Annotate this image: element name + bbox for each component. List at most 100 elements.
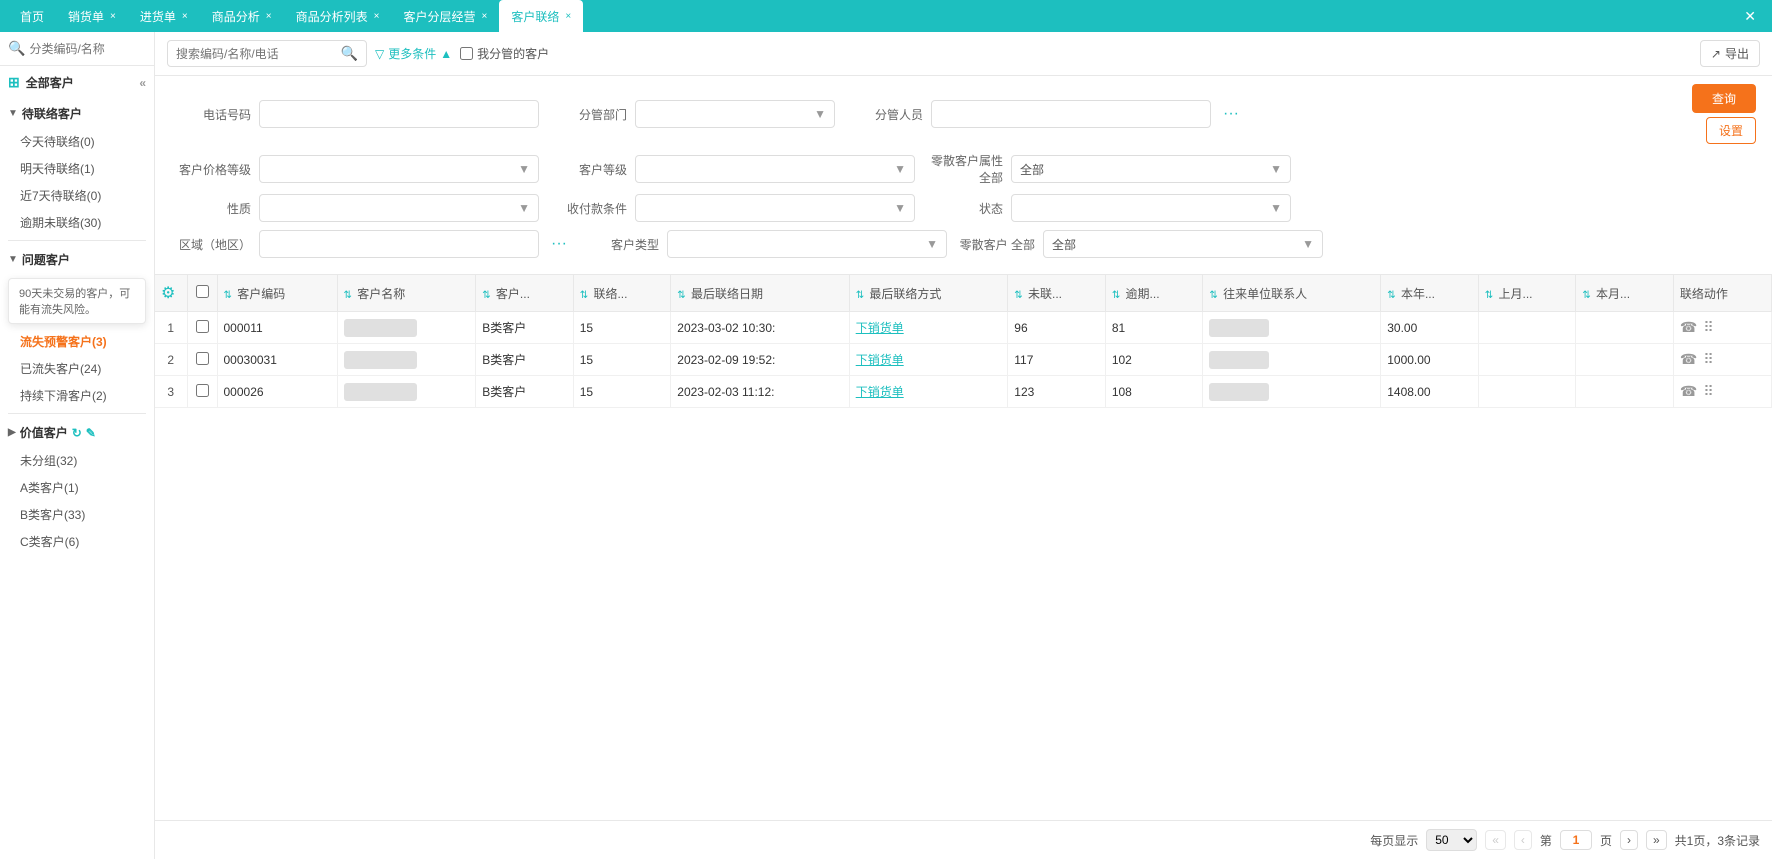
sidebar-item-churned[interactable]: 已流失客户(24): [0, 355, 154, 382]
action-more-icon[interactable]: ⠿: [1703, 351, 1713, 368]
last-method-col-header[interactable]: ⇅ 最后联络方式: [849, 275, 1008, 312]
nature-select[interactable]: ▼: [259, 194, 539, 222]
tab-purchase-order[interactable]: 进货单 ×: [128, 0, 200, 32]
row-checkbox-cell[interactable]: [187, 312, 217, 344]
sidebar-search-input[interactable]: [29, 42, 155, 56]
row-checkbox[interactable]: [196, 384, 209, 397]
page-label: 第: [1540, 832, 1552, 849]
contact-person-col-header[interactable]: ⇅ 往来单位联系人: [1203, 275, 1381, 312]
collapse-icon[interactable]: «: [139, 76, 146, 90]
my-customers-checkbox-wrap[interactable]: 我分管的客户: [460, 45, 549, 62]
first-page-button[interactable]: «: [1485, 830, 1506, 850]
row-checkbox[interactable]: [196, 352, 209, 365]
all-customers-header[interactable]: ⊞ 全部客户 «: [0, 66, 154, 99]
this-month-col-header[interactable]: ⇅ 本月...: [1576, 275, 1674, 312]
action-phone-icon[interactable]: ☎: [1680, 383, 1697, 400]
edit-icon[interactable]: ✎: [86, 426, 96, 440]
row-checkbox-cell[interactable]: [187, 344, 217, 376]
name-col-header[interactable]: ⇅ 客户名称: [337, 275, 476, 312]
price-level-select[interactable]: ▼: [259, 155, 539, 183]
retail-select[interactable]: 全部 ▼: [1043, 230, 1323, 258]
value-customers-section[interactable]: ▶ 价值客户 ↻ ✎: [0, 418, 154, 447]
sidebar-item-churn-warning[interactable]: 流失预警客户(3): [0, 328, 154, 355]
dept-label: 分管部门: [547, 106, 627, 123]
action-col-header: 联络动作: [1673, 275, 1771, 312]
last-method-link[interactable]: 下销货单: [856, 385, 904, 399]
col-settings-icon[interactable]: ⚙: [161, 285, 175, 302]
settings-col-header[interactable]: ⚙: [155, 275, 187, 312]
checkbox-col-header[interactable]: [187, 275, 217, 312]
home-tab[interactable]: 首页: [8, 8, 56, 25]
sidebar-item-class-c[interactable]: C类客户(6): [0, 528, 154, 555]
overdue-col-header[interactable]: ⇅ 逾期...: [1105, 275, 1203, 312]
sidebar-item-today-contact[interactable]: 今天待联络(0): [0, 128, 154, 155]
sidebar-item-class-a[interactable]: A类客户(1): [0, 474, 154, 501]
region-more-dots[interactable]: ···: [547, 235, 571, 253]
last-date-col-header[interactable]: ⇅ 最后联络日期: [671, 275, 849, 312]
row-checkbox-cell[interactable]: [187, 376, 217, 408]
prev-page-button[interactable]: ‹: [1514, 830, 1532, 850]
my-customers-checkbox[interactable]: [460, 47, 473, 60]
query-button[interactable]: 查询: [1692, 84, 1756, 113]
last-month-col-header[interactable]: ⇅ 上月...: [1478, 275, 1576, 312]
payment-select[interactable]: ▼: [635, 194, 915, 222]
last-method-link[interactable]: 下销货单: [856, 353, 904, 367]
last-page-button[interactable]: »: [1646, 830, 1667, 850]
row-last-method[interactable]: 下销货单: [849, 376, 1008, 408]
tab-product-analysis[interactable]: 商品分析 ×: [200, 0, 284, 32]
last-date-sort-icon: ⇅: [677, 290, 685, 301]
page-input[interactable]: [1560, 830, 1592, 850]
settings-button[interactable]: 设置: [1706, 117, 1756, 144]
dept-select[interactable]: ▼: [635, 100, 835, 128]
last-method-link[interactable]: 下销货单: [856, 321, 904, 335]
type-col-header[interactable]: ⇅ 客户...: [476, 275, 574, 312]
customer-level-select[interactable]: ▼: [635, 155, 915, 183]
customer-type-select[interactable]: ▼: [667, 230, 947, 258]
close-product-analysis-list-tab[interactable]: ×: [374, 11, 380, 22]
close-sales-order-tab[interactable]: ×: [110, 11, 116, 22]
close-purchase-order-tab[interactable]: ×: [182, 11, 188, 22]
unlink-col-header[interactable]: ⇅ 未联...: [1008, 275, 1106, 312]
action-phone-icon[interactable]: ☎: [1680, 351, 1697, 368]
retail-attr-select[interactable]: 全部 ▼: [1011, 155, 1291, 183]
row-checkbox[interactable]: [196, 320, 209, 333]
manager-select[interactable]: [931, 100, 1211, 128]
tab-product-analysis-list[interactable]: 商品分析列表 ×: [284, 0, 392, 32]
tab-sales-order[interactable]: 销货单 ×: [56, 0, 128, 32]
code-col-header[interactable]: ⇅ 客户编码: [217, 275, 337, 312]
sidebar-item-class-b[interactable]: B类客户(33): [0, 501, 154, 528]
window-close-icon[interactable]: ✕: [1736, 8, 1764, 25]
sidebar-item-declining[interactable]: 持续下滑客户(2): [0, 382, 154, 409]
next-page-button[interactable]: ›: [1620, 830, 1638, 850]
close-product-analysis-tab[interactable]: ×: [266, 11, 272, 22]
this-year-col-header[interactable]: ⇅ 本年...: [1381, 275, 1479, 312]
contact-col-header[interactable]: ⇅ 联络...: [573, 275, 671, 312]
phone-input[interactable]: [259, 100, 539, 128]
search-button-icon[interactable]: 🔍: [341, 45, 358, 62]
refresh-icon[interactable]: ↻: [72, 426, 82, 440]
tab-customer-contact[interactable]: 客户联络 ×: [499, 0, 583, 32]
search-input[interactable]: [176, 47, 341, 61]
sidebar-item-ungrouped[interactable]: 未分组(32): [0, 447, 154, 474]
page-size-select[interactable]: 50 20 100: [1426, 829, 1477, 851]
sidebar-item-overdue-contact[interactable]: 逾期未联络(30): [0, 209, 154, 236]
select-all-checkbox[interactable]: [196, 285, 209, 298]
close-customer-contact-tab[interactable]: ×: [565, 11, 571, 22]
tab-customer-segmentation[interactable]: 客户分层经营 ×: [391, 0, 499, 32]
action-phone-icon[interactable]: ☎: [1680, 319, 1697, 336]
manager-more-dots[interactable]: ···: [1219, 105, 1243, 123]
sidebar-item-tomorrow-contact[interactable]: 明天待联络(1): [0, 155, 154, 182]
row-last-method[interactable]: 下销货单: [849, 312, 1008, 344]
pending-contact-section[interactable]: ▼ 待联络客户: [0, 99, 154, 128]
problem-customers-section[interactable]: ▼ 问题客户: [0, 245, 154, 274]
row-last-method[interactable]: 下销货单: [849, 344, 1008, 376]
more-conditions-button[interactable]: ▽ 更多条件 ▲: [375, 45, 452, 62]
payment-label: 收付款条件: [547, 200, 627, 217]
action-more-icon[interactable]: ⠿: [1703, 383, 1713, 400]
close-customer-segmentation-tab[interactable]: ×: [481, 11, 487, 22]
export-button[interactable]: ↗ 导出: [1700, 40, 1760, 67]
region-select[interactable]: [259, 230, 539, 258]
sidebar-item-week-contact[interactable]: 近7天待联络(0): [0, 182, 154, 209]
status-select[interactable]: ▼: [1011, 194, 1291, 222]
action-more-icon[interactable]: ⠿: [1703, 319, 1713, 336]
